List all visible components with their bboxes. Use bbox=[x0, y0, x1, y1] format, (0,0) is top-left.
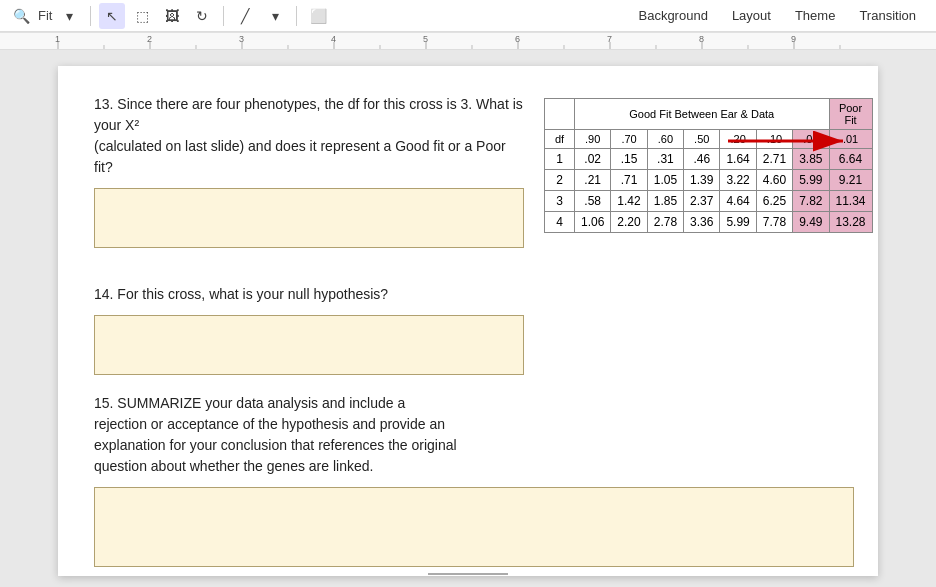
image-icon[interactable]: 🖼 bbox=[159, 3, 185, 29]
cell: 7.78 bbox=[756, 212, 792, 233]
svg-text:2: 2 bbox=[147, 34, 152, 44]
shapes-icon[interactable]: ⬜ bbox=[305, 3, 331, 29]
cell: 2.20 bbox=[611, 212, 647, 233]
cell: 4 bbox=[545, 212, 575, 233]
q14-body: For this cross, what is your null hypoth… bbox=[113, 286, 388, 302]
col-df-header bbox=[545, 99, 575, 130]
svg-text:6: 6 bbox=[515, 34, 520, 44]
q13-row: 13. Since there are four phenotypes, the… bbox=[94, 94, 842, 266]
q15-number: 15. bbox=[94, 395, 113, 411]
cell: 1.06 bbox=[575, 212, 611, 233]
page-divider bbox=[428, 573, 508, 575]
table-row: 2 .21 .71 1.05 1.39 3.22 4.60 5.99 9.21 bbox=[545, 170, 873, 191]
svg-text:8: 8 bbox=[699, 34, 704, 44]
q14-text: 14. For this cross, what is your null hy… bbox=[94, 284, 842, 305]
cell: 9.49 bbox=[793, 212, 829, 233]
cell: 11.34 bbox=[829, 191, 872, 212]
cell: 1.42 bbox=[611, 191, 647, 212]
q13-text: 13. Since there are four phenotypes, the… bbox=[94, 94, 524, 178]
divider-3 bbox=[296, 6, 297, 26]
select-arrow-icon[interactable]: ↖ bbox=[99, 3, 125, 29]
cell: 2.78 bbox=[647, 212, 683, 233]
q15-answer-box[interactable] bbox=[94, 487, 854, 567]
cell: 2 bbox=[545, 170, 575, 191]
cell: .46 bbox=[684, 149, 720, 170]
q15-section: 15. SUMMARIZE your data analysis and inc… bbox=[94, 393, 842, 567]
table-row: 4 1.06 2.20 2.78 3.36 5.99 7.78 9.49 13.… bbox=[545, 212, 873, 233]
q14-number: 14. bbox=[94, 286, 113, 302]
q14-answer-box[interactable] bbox=[94, 315, 524, 375]
toolbar: 🔍 Fit ▾ ↖ ⬚ 🖼 ↻ ╱ ▾ ⬜ Background Layout … bbox=[0, 0, 936, 32]
cell: 1.39 bbox=[684, 170, 720, 191]
cell: 4.60 bbox=[756, 170, 792, 191]
col-90: .90 bbox=[575, 130, 611, 149]
svg-text:3: 3 bbox=[239, 34, 244, 44]
cell: .21 bbox=[575, 170, 611, 191]
svg-text:5: 5 bbox=[423, 34, 428, 44]
slide-bottom bbox=[94, 567, 842, 575]
toolbar-nav: Background Layout Theme Transition bbox=[626, 4, 928, 27]
svg-text:1: 1 bbox=[55, 34, 60, 44]
cell: 3 bbox=[545, 191, 575, 212]
red-arrow-icon bbox=[728, 121, 858, 161]
cell: .31 bbox=[647, 149, 683, 170]
ruler-svg: // Draw ruler ticks inline via SVG 1 2 3… bbox=[0, 32, 936, 50]
cell: 1.85 bbox=[647, 191, 683, 212]
q13-left: 13. Since there are four phenotypes, the… bbox=[94, 94, 524, 266]
cell: 3.36 bbox=[684, 212, 720, 233]
cell: .71 bbox=[611, 170, 647, 191]
q14-section: 14. For this cross, what is your null hy… bbox=[94, 284, 842, 375]
q13-answer-box[interactable] bbox=[94, 188, 524, 248]
svg-text:7: 7 bbox=[607, 34, 612, 44]
zoom-dropdown-icon[interactable]: ▾ bbox=[56, 3, 82, 29]
divider-1 bbox=[90, 6, 91, 26]
col-60: .60 bbox=[647, 130, 683, 149]
line-icon[interactable]: ╱ bbox=[232, 3, 258, 29]
cell: 3.22 bbox=[720, 170, 756, 191]
nav-theme[interactable]: Theme bbox=[783, 4, 847, 27]
nav-layout[interactable]: Layout bbox=[720, 4, 783, 27]
cell: 7.82 bbox=[793, 191, 829, 212]
cell: 6.25 bbox=[756, 191, 792, 212]
cell: 1 bbox=[545, 149, 575, 170]
cell: 5.99 bbox=[793, 170, 829, 191]
cell: 1.05 bbox=[647, 170, 683, 191]
line-dropdown-icon[interactable]: ▾ bbox=[262, 3, 288, 29]
svg-text:4: 4 bbox=[331, 34, 336, 44]
chi-table-container: Good Fit Between Ear & Data Poor Fit df … bbox=[544, 94, 873, 233]
col-50: .50 bbox=[684, 130, 720, 149]
cell: 5.99 bbox=[720, 212, 756, 233]
table-row: 3 .58 1.42 1.85 2.37 4.64 6.25 7.82 11.3… bbox=[545, 191, 873, 212]
toolbar-left: 🔍 Fit ▾ ↖ ⬚ 🖼 ↻ ╱ ▾ ⬜ bbox=[8, 3, 614, 29]
chi-square-table: Good Fit Between Ear & Data Poor Fit df … bbox=[544, 98, 873, 233]
divider-2 bbox=[223, 6, 224, 26]
q15-text: 15. SUMMARIZE your data analysis and inc… bbox=[94, 393, 842, 477]
ruler: // Draw ruler ticks inline via SVG 1 2 3… bbox=[0, 32, 936, 50]
svg-text:9: 9 bbox=[791, 34, 796, 44]
nav-transition[interactable]: Transition bbox=[847, 4, 928, 27]
cell: 9.21 bbox=[829, 170, 872, 191]
cell: 4.64 bbox=[720, 191, 756, 212]
slide: 13. Since there are four phenotypes, the… bbox=[58, 66, 878, 576]
search-icon[interactable]: 🔍 bbox=[8, 3, 34, 29]
cell: 2.37 bbox=[684, 191, 720, 212]
q15-body: SUMMARIZE your data analysis and include… bbox=[94, 395, 457, 474]
cell: .15 bbox=[611, 149, 647, 170]
q13-what-is: What is your bbox=[94, 96, 523, 133]
q13-body: Since there are four phenotypes, the df … bbox=[94, 96, 523, 175]
col-df: df bbox=[545, 130, 575, 149]
rotate-icon[interactable]: ↻ bbox=[189, 3, 215, 29]
col-70: .70 bbox=[611, 130, 647, 149]
nav-background[interactable]: Background bbox=[626, 4, 719, 27]
q13-number: 13. bbox=[94, 96, 113, 112]
chi-table-body: 1 .02 .15 .31 .46 1.64 2.71 3.85 6.64 2 bbox=[545, 149, 873, 233]
main-area: 13. Since there are four phenotypes, the… bbox=[0, 50, 936, 587]
select-box-icon[interactable]: ⬚ bbox=[129, 3, 155, 29]
zoom-label[interactable]: Fit bbox=[38, 8, 52, 23]
cell: .58 bbox=[575, 191, 611, 212]
cell: 13.28 bbox=[829, 212, 872, 233]
cell: .02 bbox=[575, 149, 611, 170]
